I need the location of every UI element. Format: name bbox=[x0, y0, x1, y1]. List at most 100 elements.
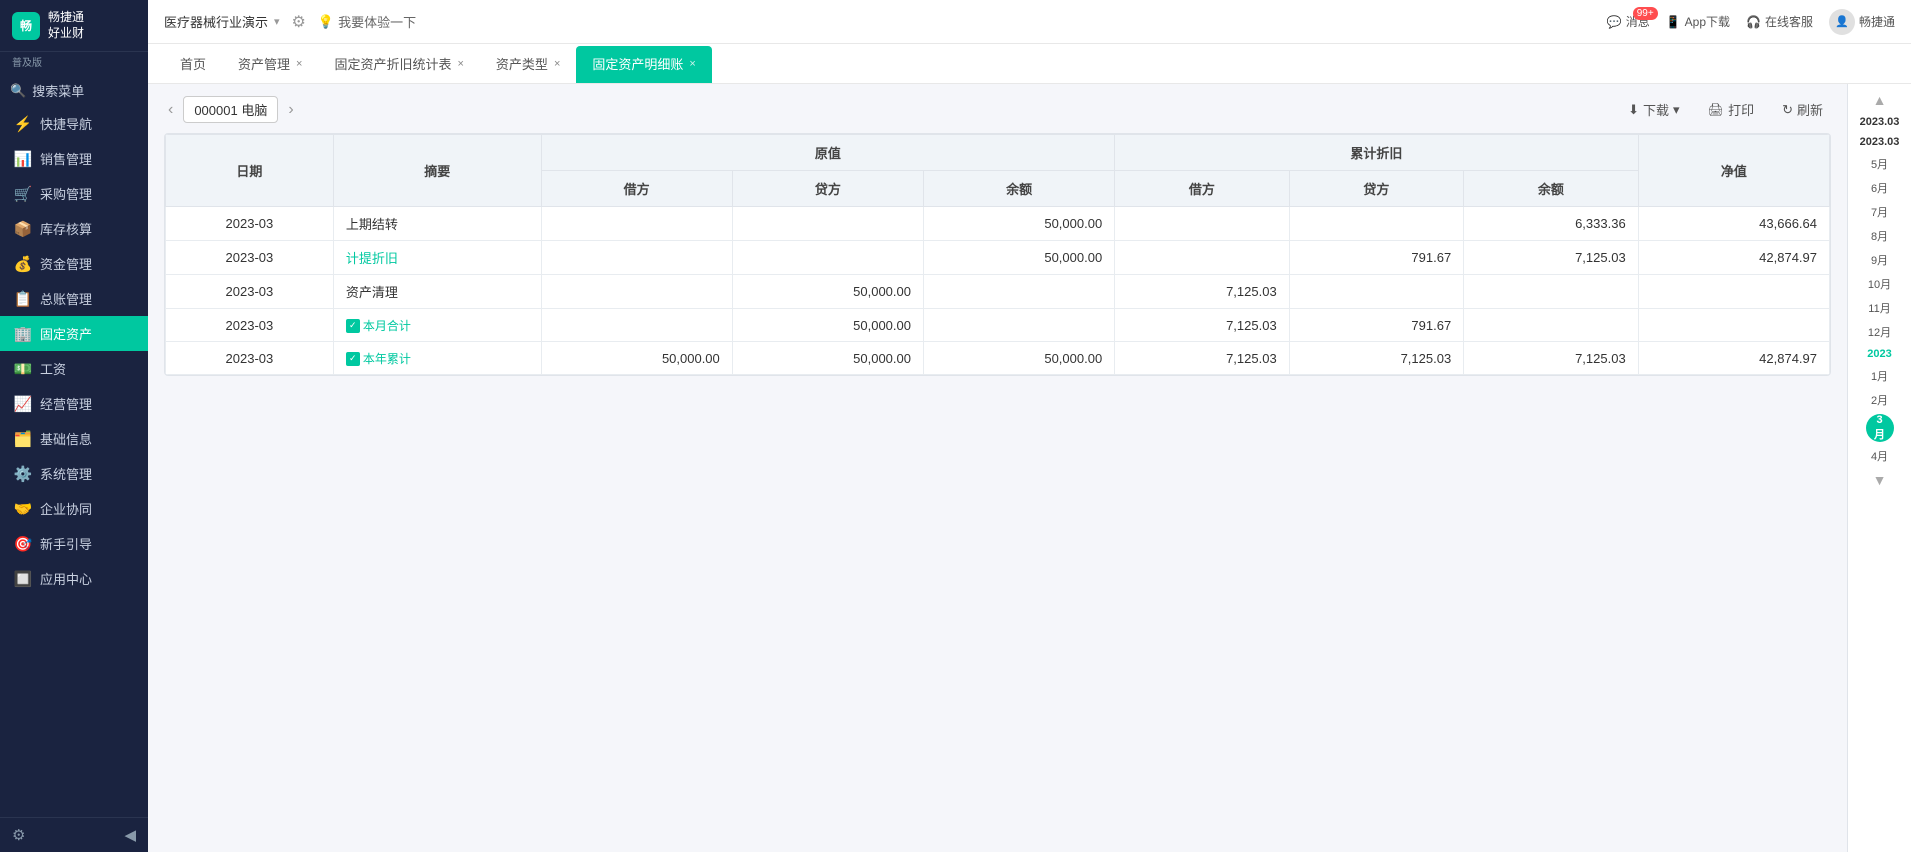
sidebar-item-search[interactable]: 🔍 搜索菜单 bbox=[0, 75, 148, 106]
tab-home[interactable]: 首页 bbox=[164, 46, 222, 83]
tab-asset-mgmt[interactable]: 资产管理 × bbox=[222, 46, 318, 83]
tab-asset-detail[interactable]: 固定资产明细账 × bbox=[576, 46, 711, 83]
sidebar-item-label: 基础信息 bbox=[40, 429, 92, 448]
sidebar-item-purchase[interactable]: 🛒 采购管理 bbox=[0, 176, 148, 211]
cell-orig-credit bbox=[732, 207, 923, 241]
sidebar-item-label: 应用中心 bbox=[40, 569, 92, 588]
timeline-month[interactable]: 4月 bbox=[1865, 444, 1894, 468]
cell-acc-debit: 7,125.03 bbox=[1115, 309, 1290, 342]
cell-summary: 上期结转 bbox=[333, 207, 541, 241]
th-accumulated-depreciation: 累计折旧 bbox=[1115, 135, 1639, 171]
sidebar-header: 畅 畅捷通 好业财 bbox=[0, 0, 148, 52]
refresh-button[interactable]: ↻ 刷新 bbox=[1774, 96, 1831, 123]
sidebar-item-fixed-assets[interactable]: 🏢 固定资产 bbox=[0, 316, 148, 351]
app-download-button[interactable]: 📱 App下载 bbox=[1666, 13, 1730, 30]
purchase-icon: 🛒 bbox=[14, 185, 32, 203]
cell-acc-balance bbox=[1464, 309, 1639, 342]
search-icon: 🔍 bbox=[10, 83, 26, 99]
sidebar-item-system[interactable]: ⚙️ 系统管理 bbox=[0, 456, 148, 491]
service-icon: 🎧 bbox=[1746, 15, 1761, 29]
sidebar-item-quick-nav[interactable]: ⚡ 快捷导航 bbox=[0, 106, 148, 141]
cell-orig-debit bbox=[541, 241, 732, 275]
close-icon[interactable]: × bbox=[689, 58, 695, 70]
timeline-month[interactable]: 11月 bbox=[1862, 296, 1897, 320]
timeline-month[interactable]: 9月 bbox=[1862, 248, 1897, 272]
sidebar-item-label: 固定资产 bbox=[40, 324, 92, 343]
app-title-block: 畅捷通 好业财 bbox=[48, 10, 84, 41]
sidebar-search-label: 搜索菜单 bbox=[32, 81, 84, 100]
tab-depreciation-stats[interactable]: 固定资产折旧统计表 × bbox=[318, 46, 479, 83]
next-asset-button[interactable]: › bbox=[284, 99, 297, 121]
cell-acc-debit bbox=[1115, 207, 1290, 241]
payroll-icon: 💵 bbox=[14, 360, 32, 378]
sidebar-item-finance[interactable]: 💰 资金管理 bbox=[0, 246, 148, 281]
cell-acc-debit: 7,125.03 bbox=[1115, 275, 1290, 309]
timeline-month[interactable]: 5月 bbox=[1862, 152, 1897, 176]
summary-link[interactable]: 计提折旧 bbox=[346, 251, 398, 266]
timeline-month[interactable]: 1月 bbox=[1865, 364, 1894, 388]
message-badge: 99+ bbox=[1633, 7, 1658, 20]
avatar: 👤 bbox=[1829, 9, 1855, 35]
sidebar: 畅 畅捷通 好业财 普及版 🔍 搜索菜单 ⚡ 快捷导航 📊 销售管理 🛒 采购管… bbox=[0, 0, 148, 852]
sidebar-nav: 🔍 搜索菜单 ⚡ 快捷导航 📊 销售管理 🛒 采购管理 📦 库存核算 💰 资金管… bbox=[0, 75, 148, 817]
cell-summary: 资产清理 bbox=[333, 275, 541, 309]
tag-icon: ✓ 本月合计 bbox=[346, 317, 411, 334]
sales-icon: 📊 bbox=[14, 150, 32, 168]
online-service-button[interactable]: 🎧 在线客服 bbox=[1746, 13, 1813, 30]
print-button[interactable]: 🖨 打印 bbox=[1700, 96, 1763, 123]
sidebar-item-payroll[interactable]: 💵 工资 bbox=[0, 351, 148, 386]
sidebar-item-label: 快捷导航 bbox=[40, 114, 92, 133]
sidebar-item-label: 经营管理 bbox=[40, 394, 92, 413]
timeline-month[interactable]: 2月 bbox=[1865, 388, 1894, 412]
tag-icon: ✓ 本年累计 bbox=[346, 350, 411, 367]
cell-date: 2023-03 bbox=[166, 275, 334, 309]
download-button[interactable]: ⬇ 下载 ▾ bbox=[1620, 96, 1687, 123]
cell-summary[interactable]: 计提折旧 bbox=[333, 241, 541, 275]
user-menu[interactable]: 👤 畅捷通 bbox=[1829, 9, 1895, 35]
sidebar-item-ledger[interactable]: 📋 总账管理 bbox=[0, 281, 148, 316]
close-icon[interactable]: × bbox=[457, 58, 463, 70]
th-orig-balance: 余额 bbox=[923, 171, 1114, 207]
sidebar-item-operations[interactable]: 📈 经营管理 bbox=[0, 386, 148, 421]
timeline-month[interactable]: 12月 bbox=[1862, 320, 1897, 344]
table-row: 2023-03 计提折旧 50,000.00 791.67 7,125.03 4… bbox=[166, 241, 1830, 275]
sub-header: ‹ 000001 电脑 › ⬇ 下载 ▾ 🖨 打印 bbox=[164, 96, 1831, 123]
prev-asset-button[interactable]: ‹ bbox=[164, 99, 177, 121]
asset-code-tag: 000001 电脑 bbox=[183, 96, 278, 123]
timeline-down-icon[interactable]: ▼ bbox=[1869, 468, 1891, 492]
close-icon[interactable]: × bbox=[296, 58, 302, 70]
cell-orig-balance bbox=[923, 309, 1114, 342]
sidebar-item-enterprise[interactable]: 🤝 企业协同 bbox=[0, 491, 148, 526]
cell-orig-debit: 50,000.00 bbox=[541, 342, 732, 375]
timeline-month[interactable]: 7月 bbox=[1862, 200, 1897, 224]
app-version: 普及版 bbox=[0, 52, 148, 75]
cell-acc-balance: 6,333.36 bbox=[1464, 207, 1639, 241]
settings-icon[interactable]: ⚙ bbox=[12, 826, 25, 844]
sidebar-item-app-center[interactable]: 🔲 应用中心 bbox=[0, 561, 148, 596]
sidebar-item-basic-info[interactable]: 🗂️ 基础信息 bbox=[0, 421, 148, 456]
company-settings-icon[interactable]: ⚙ bbox=[292, 12, 306, 32]
tab-depreciation-label: 固定资产折旧统计表 bbox=[334, 54, 451, 73]
timeline-year-1: 2023.03 bbox=[1858, 112, 1902, 132]
sidebar-item-inventory[interactable]: 📦 库存核算 bbox=[0, 211, 148, 246]
tab-asset-type[interactable]: 资产类型 × bbox=[480, 46, 576, 83]
timeline-month[interactable]: 8月 bbox=[1862, 224, 1897, 248]
timeline-month[interactable]: 6月 bbox=[1862, 176, 1897, 200]
tab-asset-detail-label: 固定资产明细账 bbox=[592, 54, 683, 73]
message-button[interactable]: 💬 消息 99+ bbox=[1607, 13, 1650, 30]
close-icon[interactable]: × bbox=[554, 58, 560, 70]
sidebar-footer: ⚙ ◀ bbox=[0, 817, 148, 852]
cell-date: 2023-03 bbox=[166, 309, 334, 342]
company-selector[interactable]: 医疗器械行业演示 ▾ bbox=[164, 12, 280, 31]
cell-net-value: 43,666.64 bbox=[1638, 207, 1829, 241]
experience-button[interactable]: 💡 我要体验一下 bbox=[318, 12, 416, 31]
sidebar-item-guide[interactable]: 🎯 新手引导 bbox=[0, 526, 148, 561]
sidebar-item-sales[interactable]: 📊 销售管理 bbox=[0, 141, 148, 176]
timeline-up-icon[interactable]: ▲ bbox=[1869, 88, 1891, 112]
collapse-icon[interactable]: ◀ bbox=[124, 826, 136, 844]
timeline-month[interactable]: 3月 bbox=[1866, 414, 1894, 442]
inventory-icon: 📦 bbox=[14, 220, 32, 238]
sidebar-item-label: 采购管理 bbox=[40, 184, 92, 203]
topbar: 医疗器械行业演示 ▾ ⚙ 💡 我要体验一下 💬 消息 99+ 📱 App下载 🎧… bbox=[148, 0, 1911, 44]
timeline-month[interactable]: 10月 bbox=[1862, 272, 1897, 296]
